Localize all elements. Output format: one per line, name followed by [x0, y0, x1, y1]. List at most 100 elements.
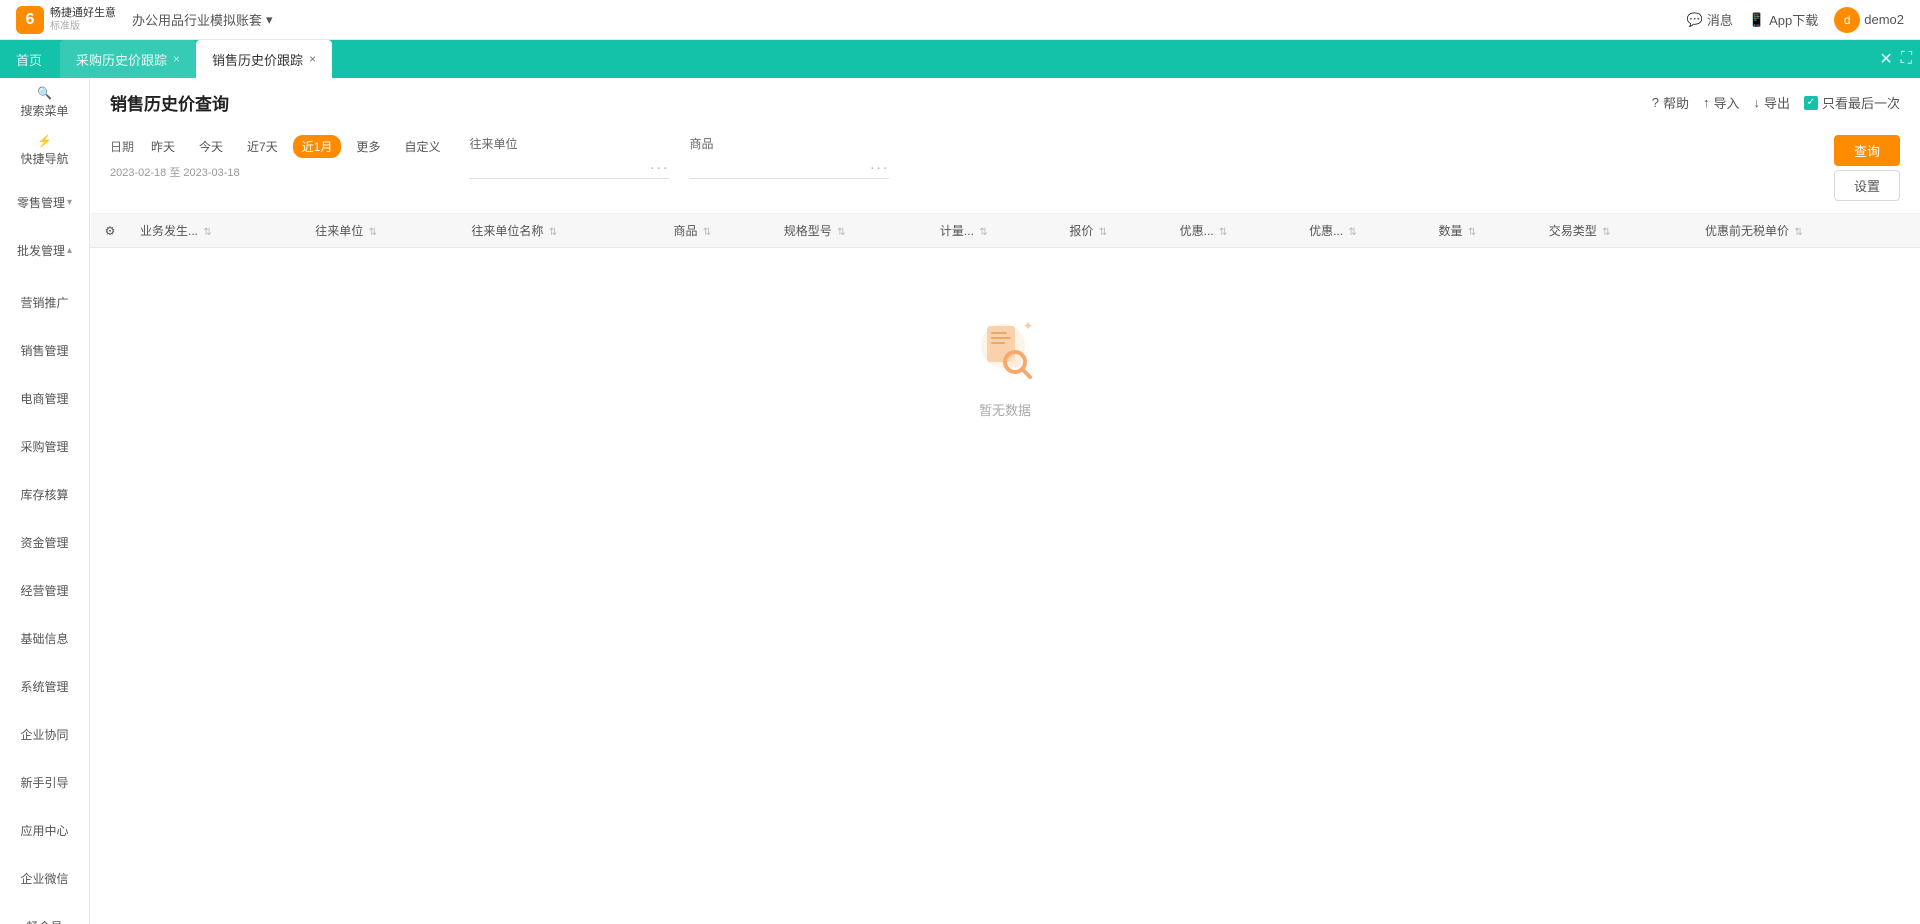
- col-product[interactable]: 商品 ⇅: [663, 214, 773, 248]
- sidebar-item-operations[interactable]: 经营管理: [0, 566, 89, 614]
- date-more[interactable]: 更多: [347, 135, 389, 158]
- sidebar-item-system[interactable]: 系统管理: [0, 662, 89, 710]
- sidebar-item-sales-mgmt[interactable]: 销售管理: [0, 326, 89, 374]
- date-today[interactable]: 今天: [190, 135, 232, 158]
- export-icon: ↓: [1753, 95, 1760, 110]
- sidebar-item-guide[interactable]: 新手引导: [0, 758, 89, 806]
- sales-tab-label: 销售历史价跟踪: [212, 50, 303, 69]
- tab-home[interactable]: 首页: [0, 40, 58, 78]
- col-discount2[interactable]: 优惠... ⇅: [1299, 214, 1428, 248]
- sort-pre-tax-icon: ⇅: [1794, 227, 1802, 238]
- sidebar-item-retail[interactable]: 零售管理 ▾: [0, 178, 89, 226]
- filter-actions: 查询 设置: [1834, 135, 1900, 201]
- app-download-button[interactable]: 📱 App下载: [1749, 10, 1818, 29]
- message-icon: 💬: [1687, 12, 1703, 28]
- help-button[interactable]: ? 帮助: [1652, 93, 1689, 112]
- sidebar-item-shortcut[interactable]: ⚡ 快捷导航: [0, 126, 89, 174]
- settings-button[interactable]: 设置: [1834, 170, 1900, 201]
- mobile-icon: 📱: [1749, 12, 1765, 28]
- svg-text:✦: ✦: [1023, 319, 1033, 333]
- home-tab-label: 首页: [16, 50, 42, 69]
- partner-dots[interactable]: ...: [650, 156, 669, 174]
- date-7days[interactable]: 近7天: [238, 135, 287, 158]
- logo-area: 6 畅捷通好生意 标准版: [16, 6, 116, 34]
- partner-input[interactable]: [469, 158, 646, 173]
- sidebar-item-wholesale[interactable]: 批发管理 ▴: [0, 226, 89, 274]
- sidebar-item-ecommerce[interactable]: 电商管理: [0, 374, 89, 422]
- product-input[interactable]: [689, 158, 866, 173]
- logo-text: 畅捷通好生意 标准版: [50, 6, 116, 33]
- sort-spec-icon: ⇅: [837, 227, 845, 238]
- product-input-row: ...: [689, 156, 889, 179]
- sidebar-item-enterprise[interactable]: 企业协同: [0, 710, 89, 758]
- page-actions: ? 帮助 ↑ 导入 ↓ 导出 只看最后一次: [1652, 93, 1900, 112]
- sort-partner-name-icon: ⇅: [549, 227, 557, 238]
- empty-icon: ✦: [965, 308, 1045, 388]
- col-date[interactable]: 业务发生... ⇅: [130, 214, 305, 248]
- tab-purchase[interactable]: 采购历史价跟踪 ×: [60, 40, 196, 78]
- shortcut-icon: ⚡: [37, 134, 52, 148]
- col-quote[interactable]: 报价 ⇅: [1059, 214, 1169, 248]
- date-1month[interactable]: 近1月: [293, 135, 342, 158]
- table-header-row: ⚙ 业务发生... ⇅ 往来单位 ⇅ 往来单位名称 ⇅: [90, 214, 1920, 248]
- query-button[interactable]: 查询: [1834, 135, 1900, 166]
- tabbar: 首页 采购历史价跟踪 × 销售历史价跟踪 × ✕ ⛶: [0, 40, 1920, 78]
- help-icon: ?: [1652, 95, 1659, 110]
- col-spec[interactable]: 规格型号 ⇅: [774, 214, 930, 248]
- close-all-tabs-icon[interactable]: ✕: [1879, 49, 1892, 69]
- page-title: 销售历史价查询: [110, 90, 229, 115]
- col-settings[interactable]: ⚙: [90, 214, 130, 248]
- message-button[interactable]: 💬 消息: [1687, 10, 1733, 29]
- purchase-tab-label: 采购历史价跟踪: [76, 50, 167, 69]
- tab-sales[interactable]: 销售历史价跟踪 ×: [196, 40, 332, 78]
- sidebar-item-basic[interactable]: 基础信息: [0, 614, 89, 662]
- search-icon: 🔍: [37, 86, 52, 100]
- product-filter-group: 商品 ...: [689, 135, 889, 179]
- only-last-checkbox[interactable]: [1804, 96, 1818, 110]
- col-pre-tax-price[interactable]: 优惠前无税单价 ⇅: [1695, 214, 1920, 248]
- col-qty[interactable]: 数量 ⇅: [1428, 214, 1538, 248]
- export-button[interactable]: ↓ 导出: [1753, 93, 1790, 112]
- main-layout: 🔍 搜索菜单 ⚡ 快捷导航 零售管理 ▾ 批发管理 ▴ 营销推广 销售管理 电商…: [0, 78, 1920, 924]
- sidebar-item-marketing[interactable]: 营销推广: [0, 278, 89, 326]
- sidebar: 🔍 搜索菜单 ⚡ 快捷导航 零售管理 ▾ 批发管理 ▴ 营销推广 销售管理 电商…: [0, 78, 90, 924]
- table-container: ⚙ 业务发生... ⇅ 往来单位 ⇅ 往来单位名称 ⇅: [90, 214, 1920, 924]
- topbar-dropdown[interactable]: 办公用品行业模拟账套 ▾: [124, 6, 281, 33]
- expand-icon[interactable]: ⛶: [1901, 50, 1912, 68]
- sort-quote-icon: ⇅: [1099, 227, 1107, 238]
- date-range-text: 2023-02-18 至 2023-03-18: [110, 164, 449, 180]
- sort-partner-code-icon: ⇅: [369, 227, 377, 238]
- sort-unit-icon: ⇅: [979, 227, 987, 238]
- col-trade-type[interactable]: 交易类型 ⇅: [1539, 214, 1695, 248]
- table-settings-icon[interactable]: ⚙: [105, 224, 116, 238]
- sidebar-item-apps[interactable]: 应用中心: [0, 806, 89, 854]
- col-partner-code[interactable]: 往来单位 ⇅: [305, 214, 461, 248]
- content-area: 销售历史价查询 ? 帮助 ↑ 导入 ↓ 导出: [90, 78, 1920, 924]
- tabbar-actions: ✕ ⛶: [1879, 49, 1920, 69]
- sort-qty-icon: ⇅: [1468, 227, 1476, 238]
- sidebar-item-search[interactable]: 🔍 搜索菜单: [0, 78, 89, 126]
- sidebar-item-member[interactable]: 畅会员: [0, 902, 89, 924]
- date-custom[interactable]: 自定义: [395, 135, 449, 158]
- date-options-row: 昨天 今天 近7天 近1月 更多 自定义: [142, 135, 449, 158]
- import-button[interactable]: ↑ 导入: [1703, 93, 1740, 112]
- sidebar-item-finance[interactable]: 资金管理: [0, 518, 89, 566]
- user-menu[interactable]: d demo2: [1834, 7, 1904, 33]
- date-yesterday[interactable]: 昨天: [142, 135, 184, 158]
- filter-bar: 日期 昨天 今天 近7天 近1月 更多 自定义 2023-02-18 至 202…: [90, 125, 1920, 214]
- col-partner-name[interactable]: 往来单位名称 ⇅: [461, 214, 663, 248]
- sales-tab-close[interactable]: ×: [309, 52, 316, 66]
- product-dots[interactable]: ...: [870, 156, 889, 174]
- partner-input-row: ...: [469, 156, 669, 179]
- sidebar-item-purchase[interactable]: 采购管理: [0, 422, 89, 470]
- date-filter-group: 日期 昨天 今天 近7天 近1月 更多 自定义 2023-02-18 至 202…: [110, 135, 449, 180]
- col-unit[interactable]: 计量... ⇅: [930, 214, 1059, 248]
- avatar: d: [1834, 7, 1860, 33]
- purchase-tab-close[interactable]: ×: [173, 52, 180, 66]
- sort-trade-type-icon: ⇅: [1602, 227, 1610, 238]
- empty-state: ✦ 暂无数据: [90, 248, 1920, 479]
- sidebar-item-inventory[interactable]: 库存核算: [0, 470, 89, 518]
- only-last-checkbox-area[interactable]: 只看最后一次: [1804, 93, 1900, 112]
- sidebar-item-wechat[interactable]: 企业微信: [0, 854, 89, 902]
- col-discount1[interactable]: 优惠... ⇅: [1170, 214, 1299, 248]
